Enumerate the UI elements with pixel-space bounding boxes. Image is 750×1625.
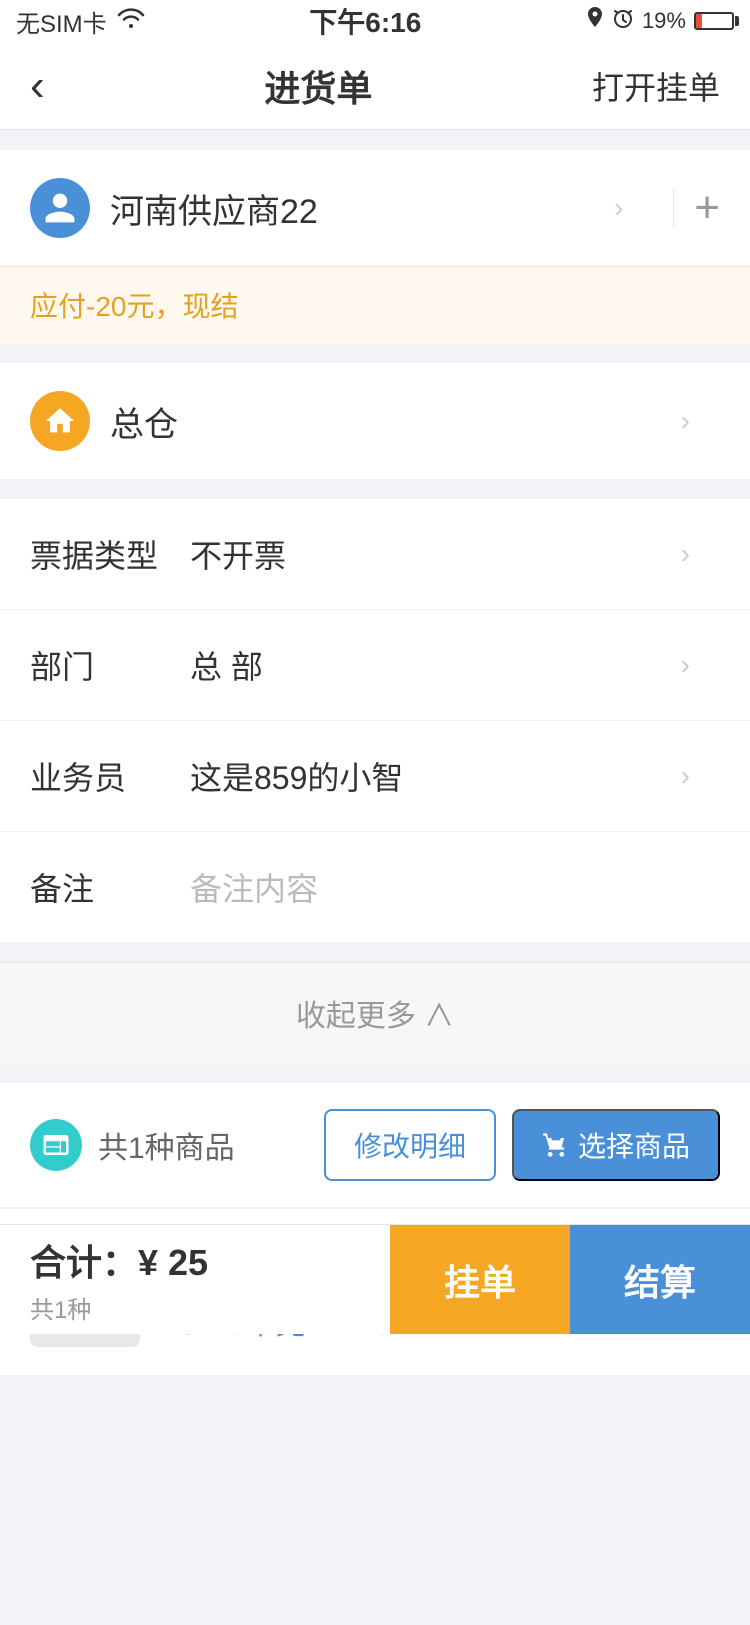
remark-row[interactable]: 备注 备注内容 <box>0 831 750 942</box>
warehouse-name: 总仓 <box>110 397 681 446</box>
checkout-button[interactable]: 结算 <box>570 1225 750 1334</box>
salesman-value: 这是859的小智 <box>190 753 681 799</box>
alarm-icon <box>612 7 634 35</box>
collapse-bar[interactable]: 收起更多 ∧ <box>0 962 750 1063</box>
open-pending-button[interactable]: 打开挂单 <box>592 63 720 109</box>
collapse-label: 收起更多 ∧ <box>296 1000 454 1033</box>
remark-input[interactable]: 备注内容 <box>190 864 720 910</box>
supplier-chevron: › <box>614 192 623 224</box>
notice-bar: 应付-20元，现结 <box>0 266 750 343</box>
salesman-chevron: › <box>681 760 690 792</box>
products-header: 共1种商品 修改明细 选择商品 <box>0 1083 750 1207</box>
department-label: 部门 <box>30 642 190 688</box>
remark-label: 备注 <box>30 864 190 910</box>
wifi-icon <box>117 7 145 35</box>
department-chevron: › <box>681 649 690 681</box>
salesman-row[interactable]: 业务员 这是859的小智 › <box>0 720 750 831</box>
salesman-label: 业务员 <box>30 753 190 799</box>
edit-detail-button[interactable]: 修改明细 <box>324 1109 496 1181</box>
total-value: ¥ 25 <box>138 1242 208 1283</box>
cart-icon <box>542 1131 570 1159</box>
bottom-bar: 合计：¥ 25 共1种 挂单 结算 <box>0 1224 750 1334</box>
location-icon <box>586 7 604 35</box>
ticket-type-chevron: › <box>681 538 690 570</box>
products-count: 共1种商品 <box>98 1123 324 1167</box>
department-value: 总 部 <box>190 642 681 688</box>
warehouse-row[interactable]: 总仓 › <box>0 363 750 479</box>
warehouse-section: 总仓 › <box>0 363 750 479</box>
department-row[interactable]: 部门 总 部 › <box>0 609 750 720</box>
total-area: 合计：¥ 25 共1种 <box>0 1225 390 1334</box>
supplier-section: 河南供应商22 › + 应付-20元，现结 <box>0 150 750 343</box>
notice-text: 应付-20元，现结 <box>30 291 238 322</box>
warehouse-icon <box>30 391 90 451</box>
status-left: 无SIM卡 <box>16 4 145 39</box>
page-title: 进货单 <box>264 60 372 112</box>
battery-percent: 19% <box>642 8 686 34</box>
hang-button[interactable]: 挂单 <box>390 1225 570 1334</box>
add-button[interactable]: + <box>694 183 720 233</box>
ticket-type-value: 不开票 <box>190 531 681 577</box>
ticket-type-label: 票据类型 <box>30 531 190 577</box>
supplier-row[interactable]: 河南供应商22 › + <box>0 150 750 266</box>
select-product-label: 选择商品 <box>578 1125 690 1165</box>
status-time: 下午6:16 <box>309 1 421 41</box>
select-product-button[interactable]: 选择商品 <box>512 1109 720 1181</box>
total-count: 共1种 <box>30 1290 360 1325</box>
status-right: 19% <box>586 7 734 35</box>
status-bar: 无SIM卡 下午6:16 19% <box>0 0 750 42</box>
warehouse-chevron: › <box>681 405 690 437</box>
products-icon <box>30 1119 82 1171</box>
supplier-avatar <box>30 178 90 238</box>
ticket-type-row[interactable]: 票据类型 不开票 › <box>0 499 750 609</box>
nav-bar: ‹ 进货单 打开挂单 <box>0 42 750 130</box>
form-section: 票据类型 不开票 › 部门 总 部 › 业务员 这是859的小智 › 备注 备注… <box>0 499 750 942</box>
back-button[interactable]: ‹ <box>30 61 45 111</box>
total-amount: 合计：¥ 25 <box>30 1234 360 1286</box>
battery-icon <box>694 12 734 30</box>
carrier-label: 无SIM卡 <box>16 4 107 39</box>
total-label: 合计： <box>30 1242 138 1283</box>
supplier-name: 河南供应商22 <box>110 184 614 233</box>
divider <box>673 188 674 228</box>
